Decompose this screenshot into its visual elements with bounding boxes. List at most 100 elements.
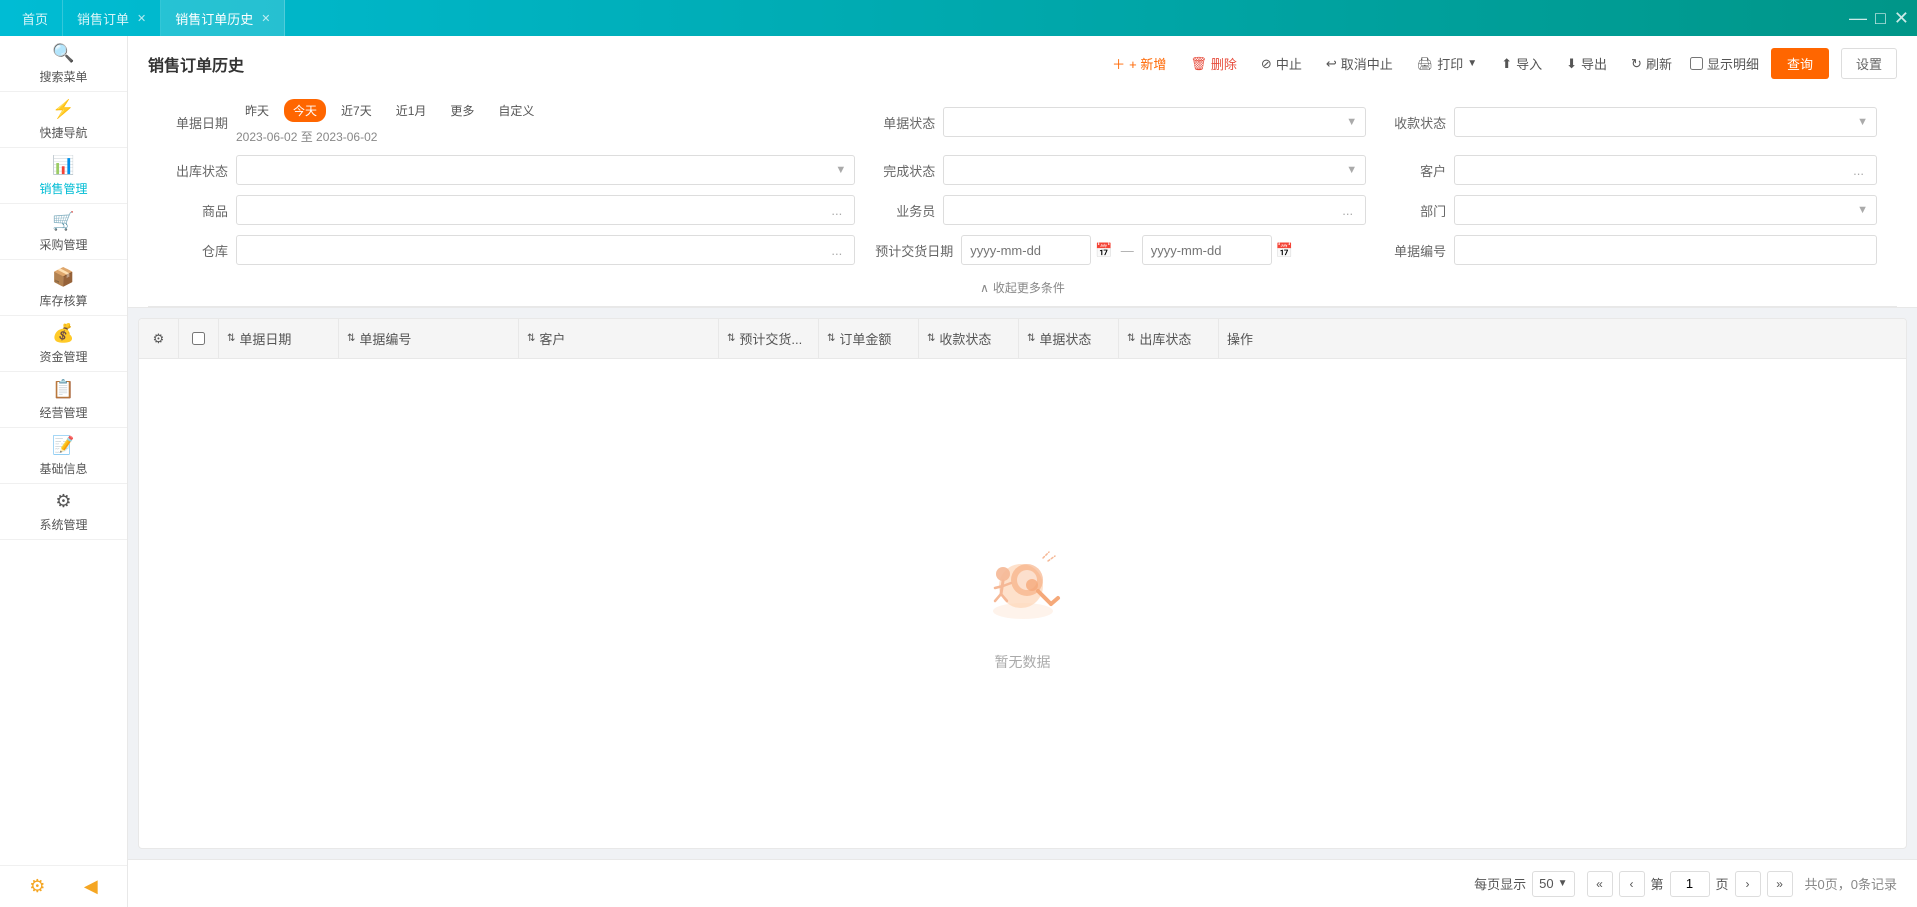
sidebar-item-quick-nav[interactable]: ⚡ 快捷导航 [0,92,127,148]
total-info: 共0页，0条记录 [1805,874,1897,893]
warehouse-select[interactable]: ... [236,235,855,265]
page-size-dropdown[interactable]: 50 ▼ [1532,871,1574,897]
th-amount[interactable]: ⇅ 订单金额 [819,319,919,358]
close-sales-order-tab[interactable]: ✕ [137,12,146,25]
select-all-checkbox[interactable] [192,332,205,345]
date-btn-more[interactable]: 更多 [441,99,483,122]
th-date[interactable]: ⇅ 单据日期 [219,319,339,358]
minimize-button[interactable]: — [1849,8,1867,29]
receipt-status-filter: 收款状态 ▼ [1386,107,1877,137]
sidebar-item-inventory[interactable]: 📦 库存核算 [0,260,127,316]
th-customer[interactable]: ⇅ 客户 [519,319,719,358]
date-btn-today[interactable]: 今天 [284,99,326,122]
customer-filter-label: 客户 [1386,161,1446,180]
query-button[interactable]: 查询 [1771,48,1829,79]
th-out[interactable]: ⇅ 出库状态 [1119,319,1219,358]
collapse-row[interactable]: ∧ 收起更多条件 [168,275,1877,296]
first-page-button[interactable]: « [1587,871,1613,897]
date-btn-custom[interactable]: 自定义 [489,99,543,122]
prev-page-button[interactable]: ‹ [1619,871,1645,897]
import-button[interactable]: ⬆ 导入 [1495,50,1548,77]
th-checkbox[interactable] [179,319,219,358]
bill-status-select[interactable]: ▼ [943,107,1366,137]
out-status-label: 出库状态 [168,161,228,180]
complete-status-select[interactable]: ▼ [943,155,1366,185]
date-options: 昨天 今天 近7天 近1月 更多 自定义 2023-06-02 至 2023-0… [236,99,543,145]
maximize-button[interactable]: □ [1875,8,1886,29]
dept-select[interactable]: ▼ [1454,195,1877,225]
show-detail-input[interactable] [1690,57,1703,70]
product-select[interactable]: ... [236,195,855,225]
sidebar-item-finance[interactable]: 💰 资金管理 [0,316,127,372]
th-delivery[interactable]: ⇅ 预计交货... [719,319,819,358]
sidebar-item-search[interactable]: 🔍 搜索菜单 [0,36,127,92]
sidebar-item-basic-info[interactable]: 📝 基础信息 [0,428,127,484]
salesman-select[interactable]: ... [943,195,1366,225]
tab-sales-order[interactable]: 销售订单 ✕ [63,0,161,36]
cancel-stop-button[interactable]: ↩ 取消中止 [1320,50,1399,77]
settings-button[interactable]: 设置 [1841,48,1897,79]
close-window-button[interactable]: ✕ [1894,8,1909,29]
th-receipt[interactable]: ⇅ 收款状态 [919,319,1019,358]
sort-number-icon: ⇅ [347,333,355,344]
collapse-text: 收起更多条件 [993,279,1065,296]
dept-filter: 部门 ▼ [1386,195,1877,225]
complete-status-filter: 完成状态 ▼ [875,155,1366,185]
next-page-button[interactable]: › [1735,871,1761,897]
basic-info-icon: 📝 [52,435,74,456]
delete-button[interactable]: 🗑 删除 [1184,50,1243,77]
print-arrow-icon: ▼ [1467,58,1477,69]
calendar-to-icon[interactable]: 📅 [1276,242,1293,259]
salesman-dots[interactable]: ... [1338,203,1357,218]
operations-icon: 📋 [52,379,74,400]
inventory-icon: 📦 [52,267,74,288]
new-icon: ＋ [1112,54,1125,73]
out-status-select[interactable]: ▼ [236,155,855,185]
date-btn-1month[interactable]: 近1月 [387,99,436,122]
th-settings[interactable]: ⚙ [139,319,179,358]
print-button[interactable]: 🖨 打印 ▼ [1411,50,1483,77]
date-btn-7days[interactable]: 近7天 [332,99,381,122]
page-number-input[interactable] [1670,871,1710,897]
th-number[interactable]: ⇅ 单据编号 [339,319,519,358]
sidebar-collapse-icon[interactable]: ◀ [84,876,98,897]
close-sales-order-history-tab[interactable]: ✕ [261,12,270,25]
page-title-row: 销售订单历史 ＋ + 新增 🗑 删除 ⊘ 中止 ↩ [148,48,1897,79]
th-status[interactable]: ⇅ 单据状态 [1019,319,1119,358]
tab-sales-order-history[interactable]: 销售订单历史 ✕ [161,0,285,36]
delivery-date-to[interactable] [1142,235,1272,265]
page-navigation: « ‹ 第 页 › » [1587,871,1793,897]
filter-row-2: 出库状态 ▼ 完成状态 ▼ 客户 [168,155,1877,185]
show-detail-checkbox[interactable]: 显示明细 [1690,54,1759,73]
receipt-status-select[interactable]: ▼ [1454,107,1877,137]
sidebar-item-purchase[interactable]: 🛒 采购管理 [0,204,127,260]
delivery-date-from[interactable] [961,235,1091,265]
pagination-bar: 每页显示 50 ▼ « ‹ 第 页 › » 共0页，0条记录 [128,859,1917,907]
page-label-before: 第 [1651,874,1664,893]
warehouse-dots[interactable]: ... [827,243,846,258]
date-btn-yesterday[interactable]: 昨天 [236,99,278,122]
sidebar-item-operations[interactable]: 📋 经营管理 [0,372,127,428]
last-page-button[interactable]: » [1767,871,1793,897]
export-icon: ⬇ [1566,56,1577,72]
warehouse-filter: 仓库 ... [168,235,855,265]
tab-home[interactable]: 首页 [8,0,63,36]
new-button[interactable]: ＋ + 新增 [1106,50,1172,77]
dept-arrow: ▼ [1857,204,1868,216]
page-size-select: 每页显示 50 ▼ [1474,871,1574,897]
date-dash: — [1121,243,1134,258]
product-dots[interactable]: ... [827,203,846,218]
filter-row-3: 商品 ... 业务员 ... 部门 [168,195,1877,225]
window-controls: — □ ✕ [1849,8,1909,29]
sidebar-item-sales[interactable]: 📊 销售管理 [0,148,127,204]
stop-button[interactable]: ⊘ 中止 [1255,50,1308,77]
customer-select[interactable]: ... [1454,155,1877,185]
bill-status-label: 单据状态 [875,113,935,132]
refresh-button[interactable]: ↻ 刷新 [1625,50,1678,77]
order-number-input[interactable] [1454,235,1877,265]
sidebar-settings-icon[interactable]: ⚙ [29,876,45,897]
sidebar-item-system[interactable]: ⚙ 系统管理 [0,484,127,540]
customer-dots[interactable]: ... [1849,163,1868,178]
export-button[interactable]: ⬇ 导出 [1560,50,1613,77]
calendar-from-icon[interactable]: 📅 [1095,242,1112,259]
